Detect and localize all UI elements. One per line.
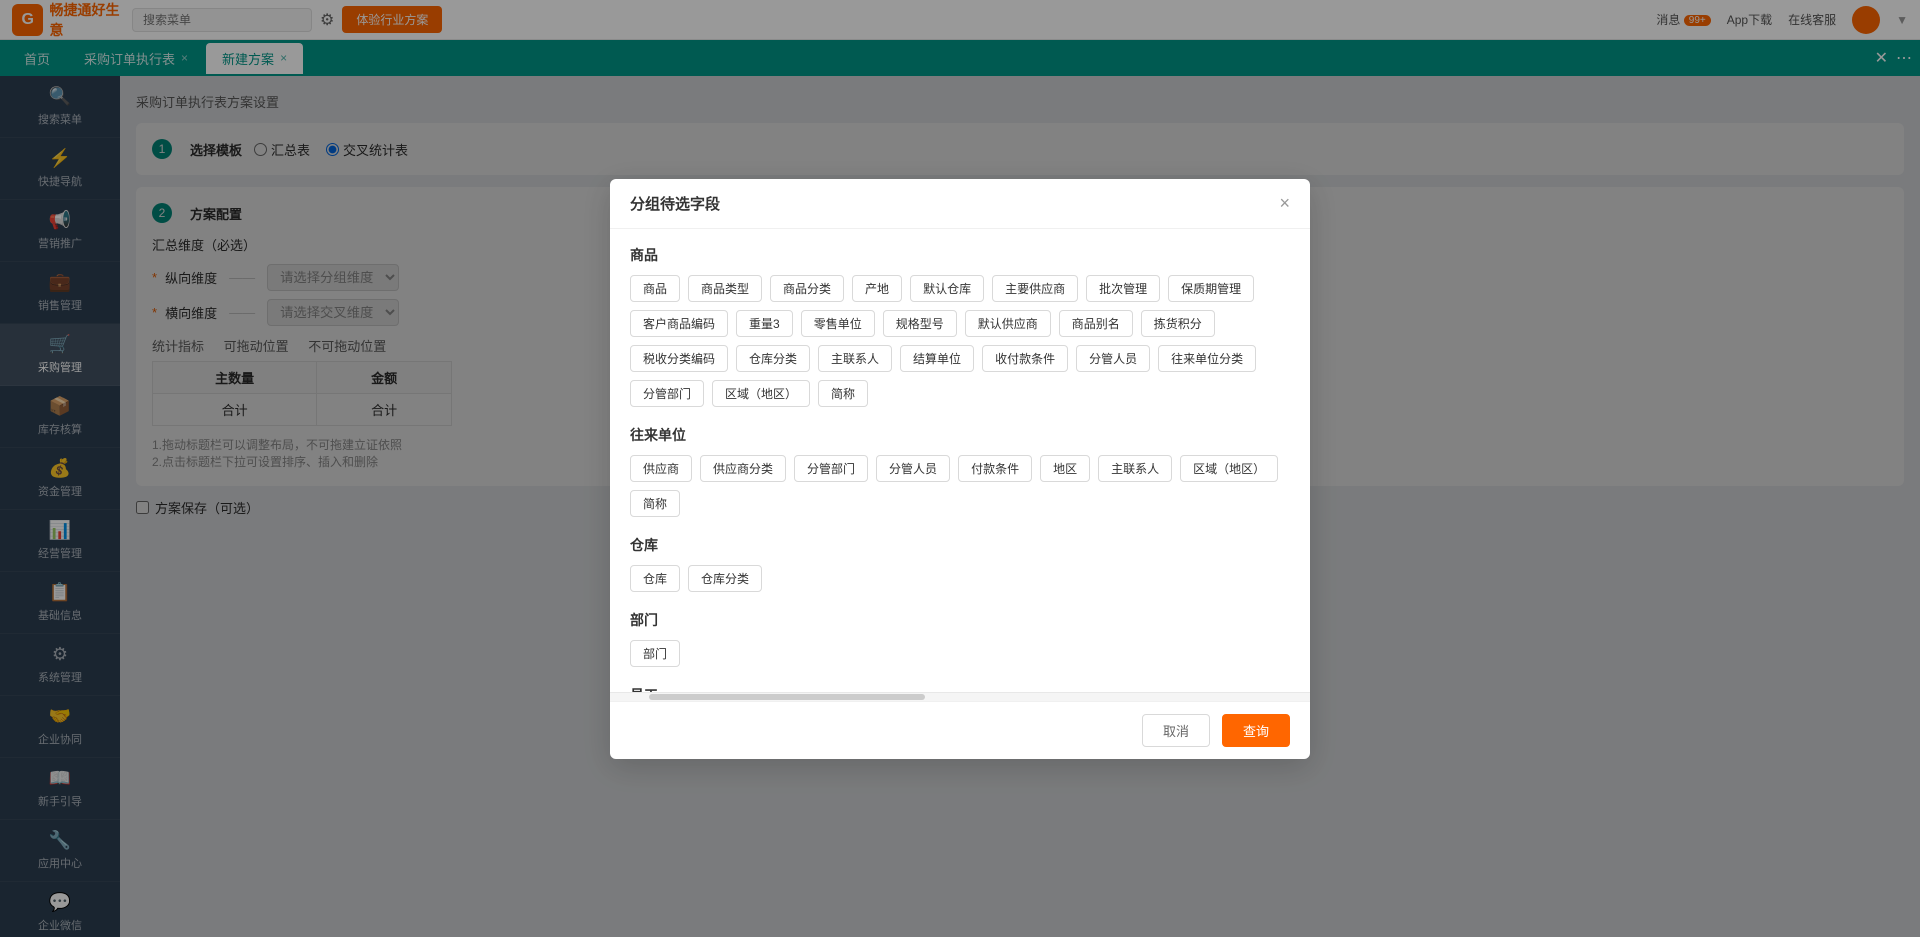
field-goods-24[interactable]: 区域（地区） (712, 380, 810, 407)
modal-body[interactable]: 商品 商品 商品类型 商品分类 产地 默认仓库 主要供应商 批次管理 保质期管理… (610, 229, 1310, 693)
field-wh-2[interactable]: 仓库分类 (688, 565, 762, 592)
field-goods-4[interactable]: 产地 (852, 275, 902, 302)
field-goods-12[interactable]: 规格型号 (883, 310, 957, 337)
field-goods-21[interactable]: 分管人员 (1076, 345, 1150, 372)
goods-fields: 商品 商品类型 商品分类 产地 默认仓库 主要供应商 批次管理 保质期管理 客户… (630, 275, 1290, 407)
field-goods-23[interactable]: 分管部门 (630, 380, 704, 407)
field-goods-8[interactable]: 保质期管理 (1168, 275, 1254, 302)
field-select-modal: 分组待选字段 × 商品 商品 商品类型 商品分类 产地 默认仓库 主要供应商 批… (610, 179, 1310, 759)
field-cp-3[interactable]: 分管部门 (794, 455, 868, 482)
modal-hscroll-thumb (649, 694, 926, 700)
field-goods-16[interactable]: 税收分类编码 (630, 345, 728, 372)
counterparty-fields: 供应商 供应商分类 分管部门 分管人员 付款条件 地区 主联系人 区域（地区） … (630, 455, 1290, 517)
field-goods-3[interactable]: 商品分类 (770, 275, 844, 302)
field-cp-5[interactable]: 付款条件 (958, 455, 1032, 482)
section-department: 部门 部门 (630, 610, 1290, 667)
field-goods-11[interactable]: 零售单位 (801, 310, 875, 337)
field-goods-14[interactable]: 商品别名 (1059, 310, 1133, 337)
field-cp-7[interactable]: 主联系人 (1098, 455, 1172, 482)
section-counterparty: 往来单位 供应商 供应商分类 分管部门 分管人员 付款条件 地区 主联系人 区域… (630, 425, 1290, 517)
section-counterparty-title: 往来单位 (630, 425, 1290, 445)
field-goods-5[interactable]: 默认仓库 (910, 275, 984, 302)
field-goods-7[interactable]: 批次管理 (1086, 275, 1160, 302)
field-goods-9[interactable]: 客户商品编码 (630, 310, 728, 337)
warehouse-fields: 仓库 仓库分类 (630, 565, 1290, 592)
modal-title: 分组待选字段 (630, 193, 720, 214)
modal-close-btn[interactable]: × (1279, 194, 1290, 212)
field-cp-6[interactable]: 地区 (1040, 455, 1090, 482)
field-cp-9[interactable]: 简称 (630, 490, 680, 517)
field-wh-1[interactable]: 仓库 (630, 565, 680, 592)
field-cp-4[interactable]: 分管人员 (876, 455, 950, 482)
field-goods-6[interactable]: 主要供应商 (992, 275, 1078, 302)
confirm-button[interactable]: 查询 (1222, 714, 1290, 747)
field-goods-20[interactable]: 收付款条件 (982, 345, 1068, 372)
modal-header: 分组待选字段 × (610, 179, 1310, 229)
field-goods-10[interactable]: 重量3 (736, 310, 793, 337)
modal-footer: 取消 查询 (610, 701, 1310, 759)
field-cp-2[interactable]: 供应商分类 (700, 455, 786, 482)
field-goods-25[interactable]: 简称 (818, 380, 868, 407)
field-goods-17[interactable]: 仓库分类 (736, 345, 810, 372)
field-goods-18[interactable]: 主联系人 (818, 345, 892, 372)
section-goods-title: 商品 (630, 245, 1290, 265)
field-goods-13[interactable]: 默认供应商 (965, 310, 1051, 337)
modal-overlay: 分组待选字段 × 商品 商品 商品类型 商品分类 产地 默认仓库 主要供应商 批… (0, 0, 1920, 937)
department-fields: 部门 (630, 640, 1290, 667)
section-goods: 商品 商品 商品类型 商品分类 产地 默认仓库 主要供应商 批次管理 保质期管理… (630, 245, 1290, 407)
field-goods-19[interactable]: 结算单位 (900, 345, 974, 372)
cancel-button[interactable]: 取消 (1142, 714, 1210, 747)
field-goods-1[interactable]: 商品 (630, 275, 680, 302)
section-department-title: 部门 (630, 610, 1290, 630)
section-employee: 员工 业务员 (630, 685, 1290, 693)
section-warehouse-title: 仓库 (630, 535, 1290, 555)
field-goods-22[interactable]: 往来单位分类 (1158, 345, 1256, 372)
field-goods-2[interactable]: 商品类型 (688, 275, 762, 302)
field-cp-8[interactable]: 区域（地区） (1180, 455, 1278, 482)
modal-hscrollbar[interactable] (610, 692, 1310, 700)
field-dept-1[interactable]: 部门 (630, 640, 680, 667)
section-employee-title: 员工 (630, 685, 1290, 693)
section-warehouse: 仓库 仓库 仓库分类 (630, 535, 1290, 592)
field-goods-15[interactable]: 拣货积分 (1141, 310, 1215, 337)
field-cp-1[interactable]: 供应商 (630, 455, 692, 482)
